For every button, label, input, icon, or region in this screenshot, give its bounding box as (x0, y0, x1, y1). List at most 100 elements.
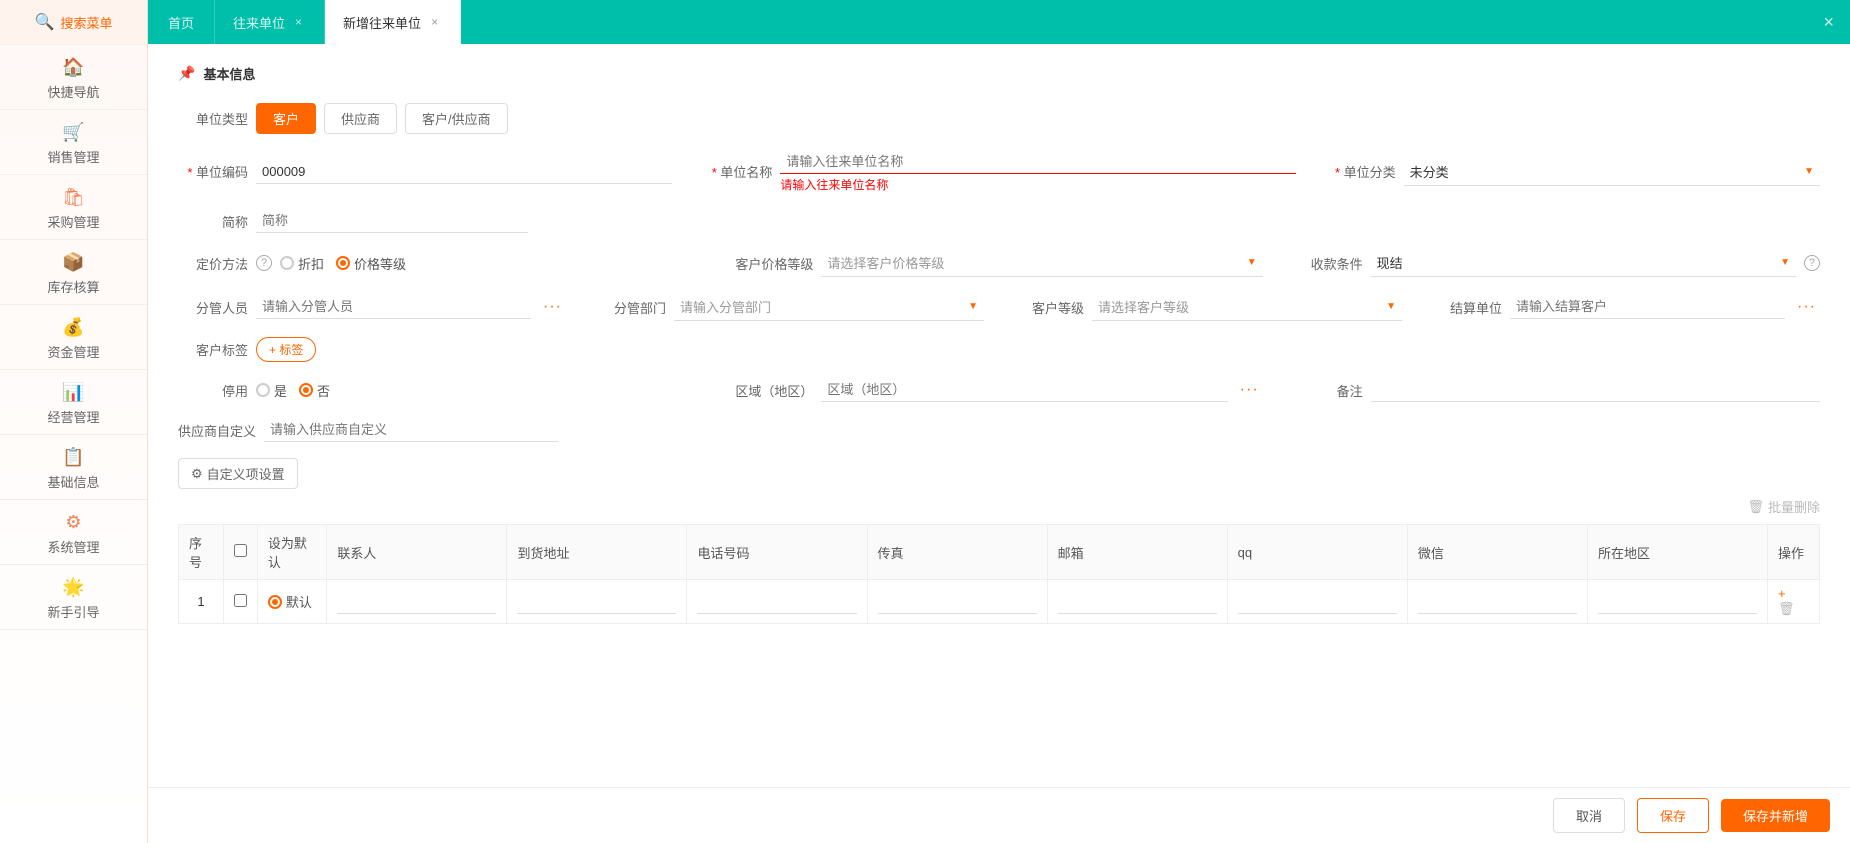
short-name-input[interactable] (256, 209, 528, 233)
save-new-button[interactable]: 保存并新增 (1721, 799, 1830, 832)
select-all-checkbox[interactable] (234, 544, 247, 557)
cell-default: 默认 (257, 580, 327, 624)
radio-discount-circle (280, 256, 294, 270)
phone-input[interactable] (697, 590, 856, 614)
tab-partners[interactable]: 往来单位 × (215, 0, 325, 44)
table-header-row: 序号 设为默认 联系人 到货地址 电话号码 传真 邮箱 qq 微信 所在地区 操… (179, 525, 1820, 580)
col-seq: 序号 (179, 525, 224, 580)
region-more-btn[interactable]: ··· (1236, 381, 1263, 399)
disable-region-row: 停用 是 否 区域（地区） ··· (178, 378, 1820, 402)
row-default-radio-circle (268, 595, 282, 609)
tab-bar: 首页 往来单位 × 新增往来单位 × × (148, 0, 1850, 44)
dept-label: 分管部门 (596, 298, 666, 317)
remark-input[interactable] (1371, 378, 1820, 402)
cell-address (507, 580, 687, 624)
radio-discount[interactable]: 折扣 (280, 254, 324, 273)
customer-level-arrow-icon: ▼ (1386, 301, 1396, 312)
unit-category-select[interactable]: 未分类 ▼ (1404, 158, 1820, 186)
main-area: 首页 往来单位 × 新增往来单位 × × 📌 基本信息 单位类型 客户 供应商 … (148, 0, 1850, 843)
supplier-custom-label: 供应商自定义 (178, 421, 256, 440)
unit-code-input[interactable] (256, 160, 672, 184)
unit-code-label: 单位编码 (178, 162, 248, 181)
unit-category-value: 未分类 (1410, 162, 1449, 181)
sidebar-item-system[interactable]: ⚙ 系统管理 (0, 500, 147, 565)
manager-more-btn[interactable]: ··· (539, 298, 566, 316)
sidebar-item-beginner[interactable]: 🌟 新手引导 (0, 565, 147, 630)
gear-icon: ⚙ (65, 512, 81, 533)
row-default-radio[interactable]: 默认 (268, 592, 317, 611)
custom-settings-button[interactable]: ⚙ 自定义项设置 (178, 458, 298, 489)
sidebar-item-quick-nav[interactable]: 🏠 快捷导航 (0, 45, 147, 110)
star-icon: 🌟 (62, 577, 84, 598)
sidebar-item-label: 基础信息 (47, 472, 99, 491)
radio-disable-yes-label: 是 (274, 381, 287, 400)
unit-btn-both[interactable]: 客户/供应商 (405, 103, 508, 134)
sidebar-item-inventory[interactable]: 📦 库存核算 (0, 240, 147, 305)
sidebar-item-label: 采购管理 (47, 212, 99, 231)
pricing-help-icon[interactable]: ? (256, 255, 272, 271)
sidebar-item-finance[interactable]: 💰 资金管理 (0, 305, 147, 370)
batch-delete-label[interactable]: 批量删除 (1768, 497, 1820, 516)
email-input[interactable] (1058, 590, 1217, 614)
tab-partners-close[interactable]: × (291, 13, 306, 31)
contact-input[interactable] (337, 590, 496, 614)
custom-settings-label: 自定义项设置 (207, 464, 285, 483)
cell-phone (687, 580, 867, 624)
add-tag-button[interactable]: + 标签 (256, 337, 316, 362)
cancel-button[interactable]: 取消 (1553, 798, 1625, 833)
col-action: 操作 (1768, 525, 1820, 580)
unit-btn-customer[interactable]: 客户 (256, 103, 316, 134)
sidebar-item-purchase[interactable]: 🛍 采购管理 (0, 175, 147, 240)
contact-table: 序号 设为默认 联系人 到货地址 电话号码 传真 邮箱 qq 微信 所在地区 操… (178, 524, 1820, 624)
money-icon: 💰 (62, 317, 84, 338)
qq-input[interactable] (1238, 590, 1397, 614)
sidebar-item-label: 系统管理 (47, 537, 99, 556)
radio-disable-yes[interactable]: 是 (256, 381, 287, 400)
col-address: 到货地址 (507, 525, 687, 580)
radio-price-level[interactable]: 价格等级 (336, 254, 406, 273)
region-input[interactable] (821, 378, 1227, 402)
tab-home[interactable]: 首页 (148, 0, 215, 44)
radio-disable-no[interactable]: 否 (299, 381, 330, 400)
customer-price-level-select[interactable]: 请选择客户价格等级 ▼ (821, 249, 1262, 277)
wechat-input[interactable] (1418, 590, 1577, 614)
sidebar-item-sales[interactable]: 🛒 销售管理 (0, 110, 147, 175)
cell-action: + 🗑 (1768, 580, 1820, 624)
sidebar: 🔍 搜索菜单 🏠 快捷导航 🛒 销售管理 🛍 采购管理 📦 库存核算 💰 资金管… (0, 0, 148, 843)
customer-price-level-group: 客户价格等级 请选择客户价格等级 ▼ (735, 249, 1262, 277)
disable-label: 停用 (178, 381, 248, 400)
supplier-custom-row: 供应商自定义 (178, 418, 1820, 442)
payment-terms-select[interactable]: 现结 ▼ (1371, 249, 1796, 277)
row-add-btn[interactable]: + (1778, 586, 1786, 601)
row-delete-btn[interactable]: 🗑 (1778, 601, 1795, 616)
tab-new-partner-close[interactable]: × (427, 13, 442, 31)
payment-terms-help-icon[interactable]: ? (1804, 255, 1820, 271)
short-name-label: 简称 (178, 212, 248, 231)
tag-label: 客户标签 (178, 340, 248, 359)
bottom-action-bar: 取消 保存 保存并新增 (148, 787, 1850, 843)
settlement-unit-input[interactable] (1510, 295, 1785, 319)
supplier-custom-input[interactable] (264, 418, 558, 442)
sidebar-search[interactable]: 🔍 搜索菜单 (0, 0, 147, 45)
tab-new-partner[interactable]: 新增往来单位 × (325, 0, 461, 44)
sidebar-item-operations[interactable]: 📊 经营管理 (0, 370, 147, 435)
row-checkbox[interactable] (234, 594, 247, 607)
radio-discount-label: 折扣 (298, 254, 324, 273)
dept-select[interactable]: 请输入分管部门 ▼ (674, 293, 984, 321)
short-name-row: 简称 (178, 209, 1820, 233)
settlement-unit-more-btn[interactable]: ··· (1793, 298, 1820, 316)
customer-level-placeholder: 请选择客户等级 (1098, 297, 1189, 316)
save-button[interactable]: 保存 (1637, 798, 1709, 833)
sidebar-item-basic-info[interactable]: 📋 基础信息 (0, 435, 147, 500)
manager-input[interactable] (256, 295, 531, 319)
cell-wechat (1407, 580, 1587, 624)
tab-bar-close-all[interactable]: × (1807, 12, 1850, 33)
customer-level-select[interactable]: 请选择客户等级 ▼ (1092, 293, 1402, 321)
unit-code-group: 单位编码 (178, 160, 672, 184)
row-region-input[interactable] (1598, 590, 1757, 614)
fax-input[interactable] (878, 590, 1037, 614)
address-input[interactable] (517, 590, 676, 614)
row-default-label: 默认 (286, 592, 312, 611)
unit-btn-supplier[interactable]: 供应商 (324, 103, 397, 134)
unit-name-input[interactable] (780, 150, 1295, 174)
